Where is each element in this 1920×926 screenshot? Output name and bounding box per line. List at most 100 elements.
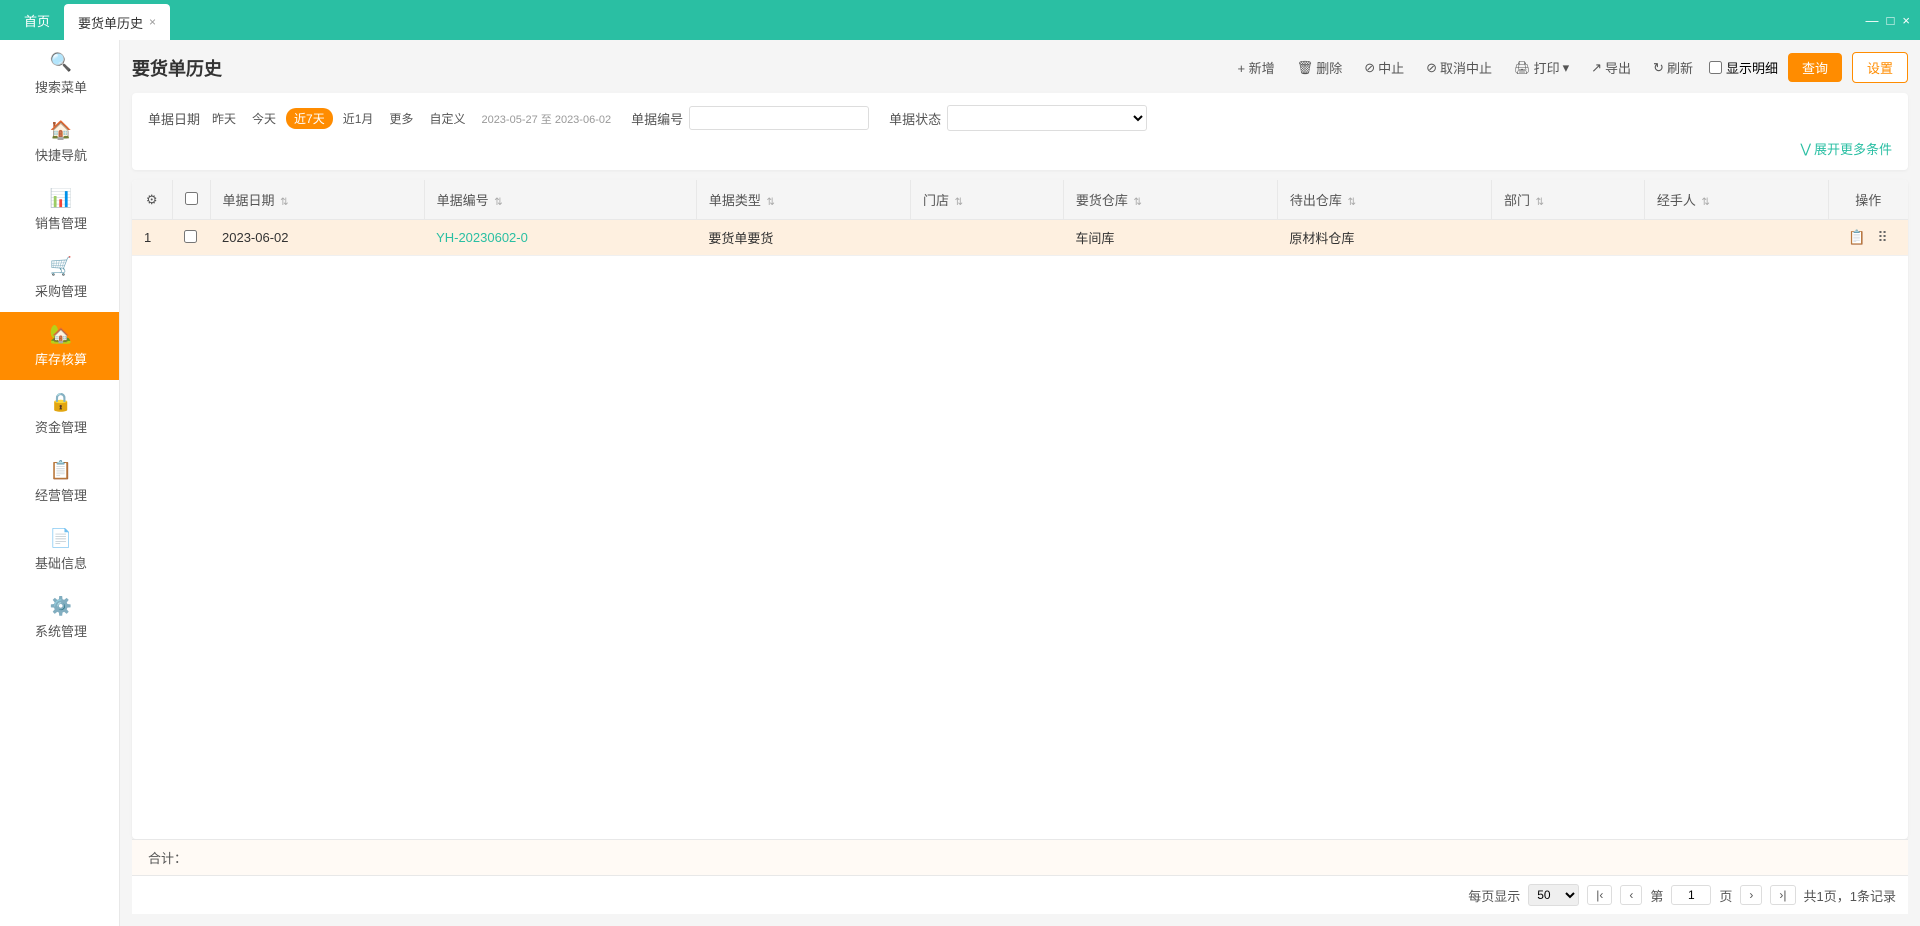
show-detail-checkbox[interactable] [1709, 61, 1722, 74]
table-container: ⚙ 单据日期 ⇅ 单据编号 ⇅ [132, 180, 1908, 839]
sidebar-item-search-menu[interactable]: 🔍 搜索菜单 [0, 40, 119, 108]
cancel-suspend-button[interactable]: ⊘ 取消中止 [1420, 54, 1498, 81]
show-detail-toggle[interactable]: 显示明细 [1709, 58, 1778, 77]
th-checkbox [172, 180, 210, 220]
row-more-icon[interactable]: ⠿ [1873, 227, 1891, 247]
suspend-icon: ⊘ [1364, 60, 1375, 76]
sidebar-item-inventory[interactable]: 🏡 库存核算 [0, 312, 119, 380]
inventory-icon: 🏡 [50, 324, 72, 345]
status-select[interactable] [947, 105, 1147, 131]
date-more-btn[interactable]: 更多 [383, 108, 419, 129]
page-title: 要货单历史 [132, 55, 1231, 81]
sidebar-item-quick-nav[interactable]: 🏠 快捷导航 [0, 108, 119, 176]
cell-store [910, 220, 1063, 256]
filter-area: 单据日期 昨天 今天 近7天 近1月 更多 自定义 2023-05-27 至 2… [132, 93, 1908, 170]
cell-pending-warehouse: 原材料仓库 [1277, 220, 1491, 256]
tab-home[interactable]: 首页 [10, 0, 64, 40]
first-page-btn[interactable]: |‹ [1587, 885, 1612, 905]
sort-doctype-icon[interactable]: ⇅ [767, 197, 775, 208]
sidebar-item-label: 经营管理 [35, 485, 87, 504]
sidebar-item-label: 基础信息 [35, 553, 87, 572]
purchase-icon: 🛒 [50, 256, 72, 277]
tab-home-label: 首页 [24, 11, 50, 30]
select-all-checkbox[interactable] [185, 192, 198, 205]
sidebar-item-sales[interactable]: 📊 销售管理 [0, 176, 119, 244]
sidebar-item-label: 库存核算 [35, 349, 87, 368]
pagination-bar: 每页显示 10 20 50 100 |‹ ‹ 第 页 › ›| 共1页，1条记录 [132, 875, 1908, 914]
cell-doc-type: 要货单要货 [696, 220, 910, 256]
total-info: 共1页，1条记录 [1804, 886, 1896, 905]
sort-handler-icon[interactable]: ⇅ [1702, 197, 1710, 208]
cell-index: 1 [132, 220, 172, 256]
sidebar-item-label: 系统管理 [35, 621, 87, 640]
export-button[interactable]: ↗ 导出 [1585, 54, 1637, 81]
base-info-icon: 📄 [50, 528, 72, 549]
row-edit-icon[interactable]: 📋 [1844, 227, 1869, 247]
th-pending-warehouse: 待出仓库 ⇅ [1277, 180, 1491, 220]
header-actions: + 新增 🗑 删除 ⊘ 中止 ⊘ 取消中止 🖨 打印 ▾ [1231, 52, 1908, 83]
expand-more-btn[interactable]: ⋁ 展开更多条件 [1800, 139, 1892, 158]
sort-pendwh-icon[interactable]: ⇅ [1348, 197, 1356, 208]
expand-icon: ⋁ [1800, 141, 1811, 157]
date-yesterday-btn[interactable]: 昨天 [206, 108, 242, 129]
date-filter-item: 单据日期 昨天 今天 近7天 近1月 更多 自定义 2023-05-27 至 2… [148, 108, 611, 129]
tab-order-history[interactable]: 要货单历史 × [64, 4, 170, 40]
doc-number-input[interactable] [689, 106, 869, 130]
row-checkbox[interactable] [184, 230, 197, 243]
doc-no-link[interactable]: YH-20230602-0 [436, 230, 528, 245]
sort-date-icon[interactable]: ⇅ [280, 197, 288, 208]
date-7days-btn[interactable]: 近7天 [286, 108, 333, 129]
page-size-select[interactable]: 10 20 50 100 [1528, 884, 1579, 906]
window-maximize-btn[interactable]: □ [1887, 13, 1895, 28]
window-close-btn[interactable]: × [1902, 13, 1910, 28]
sort-dept-icon[interactable]: ⇅ [1536, 197, 1544, 208]
date-1month-btn[interactable]: 近1月 [337, 108, 380, 129]
page-size-label: 每页显示 [1468, 886, 1520, 905]
cell-doc-no: YH-20230602-0 [424, 220, 696, 256]
sidebar-item-system[interactable]: ⚙️ 系统管理 [0, 584, 119, 652]
sidebar-item-base-info[interactable]: 📄 基础信息 [0, 516, 119, 584]
doc-number-filter-item: 单据编号 [631, 106, 869, 130]
cell-date: 2023-06-02 [210, 220, 424, 256]
delete-button[interactable]: 🗑 删除 [1291, 54, 1349, 81]
window-minimize-btn[interactable]: — [1866, 13, 1879, 28]
quick-nav-icon: 🏠 [50, 120, 72, 141]
page-number-input[interactable] [1671, 885, 1711, 905]
sidebar-item-purchase[interactable]: 🛒 采购管理 [0, 244, 119, 312]
table-row[interactable]: 1 2023-06-02 YH-20230602-0 要货单要货 车间库 原材料… [132, 220, 1908, 256]
th-store: 门店 ⇅ [910, 180, 1063, 220]
date-today-btn[interactable]: 今天 [246, 108, 282, 129]
cell-req-warehouse: 车间库 [1063, 220, 1277, 256]
new-button[interactable]: + 新增 [1231, 54, 1280, 81]
th-settings: ⚙ [132, 180, 172, 220]
prev-page-btn[interactable]: ‹ [1620, 885, 1642, 905]
sort-reqwh-icon[interactable]: ⇅ [1134, 197, 1142, 208]
sidebar-item-operations[interactable]: 📋 经营管理 [0, 448, 119, 516]
page-label: 第 [1650, 886, 1663, 905]
date-filter-options: 昨天 今天 近7天 近1月 更多 自定义 [206, 108, 471, 129]
th-dept: 部门 ⇅ [1491, 180, 1644, 220]
table-footer: 合计： [132, 839, 1908, 875]
tab-close-icon[interactable]: × [149, 15, 156, 29]
settings-gear-icon[interactable]: ⚙ [146, 192, 158, 207]
next-page-btn[interactable]: › [1740, 885, 1762, 905]
cell-dept [1491, 220, 1644, 256]
refresh-button[interactable]: ↻ 刷新 [1647, 54, 1699, 81]
date-custom-btn[interactable]: 自定义 [423, 108, 471, 129]
last-page-btn[interactable]: ›| [1770, 885, 1795, 905]
search-menu-icon: 🔍 [50, 52, 72, 73]
sidebar-item-finance[interactable]: 🔒 资金管理 [0, 380, 119, 448]
top-bar: 首页 要货单历史 × — □ × [0, 0, 1920, 40]
print-button[interactable]: 🖨 打印 ▾ [1508, 54, 1575, 81]
suspend-button[interactable]: ⊘ 中止 [1358, 54, 1410, 81]
settings-button[interactable]: 设置 [1852, 52, 1908, 83]
table-header-row: ⚙ 单据日期 ⇅ 单据编号 ⇅ [132, 180, 1908, 220]
delete-icon: 🗑 [1297, 60, 1314, 76]
content-area: 要货单历史 + 新增 🗑 删除 ⊘ 中止 ⊘ 取消中止 🖨 打印 [120, 40, 1920, 926]
sales-icon: 📊 [50, 188, 72, 209]
query-button[interactable]: 查询 [1788, 53, 1842, 82]
sort-store-icon[interactable]: ⇅ [955, 197, 963, 208]
cell-handler [1644, 220, 1828, 256]
sort-docno-icon[interactable]: ⇅ [494, 197, 502, 208]
cell-checkbox [172, 220, 210, 256]
